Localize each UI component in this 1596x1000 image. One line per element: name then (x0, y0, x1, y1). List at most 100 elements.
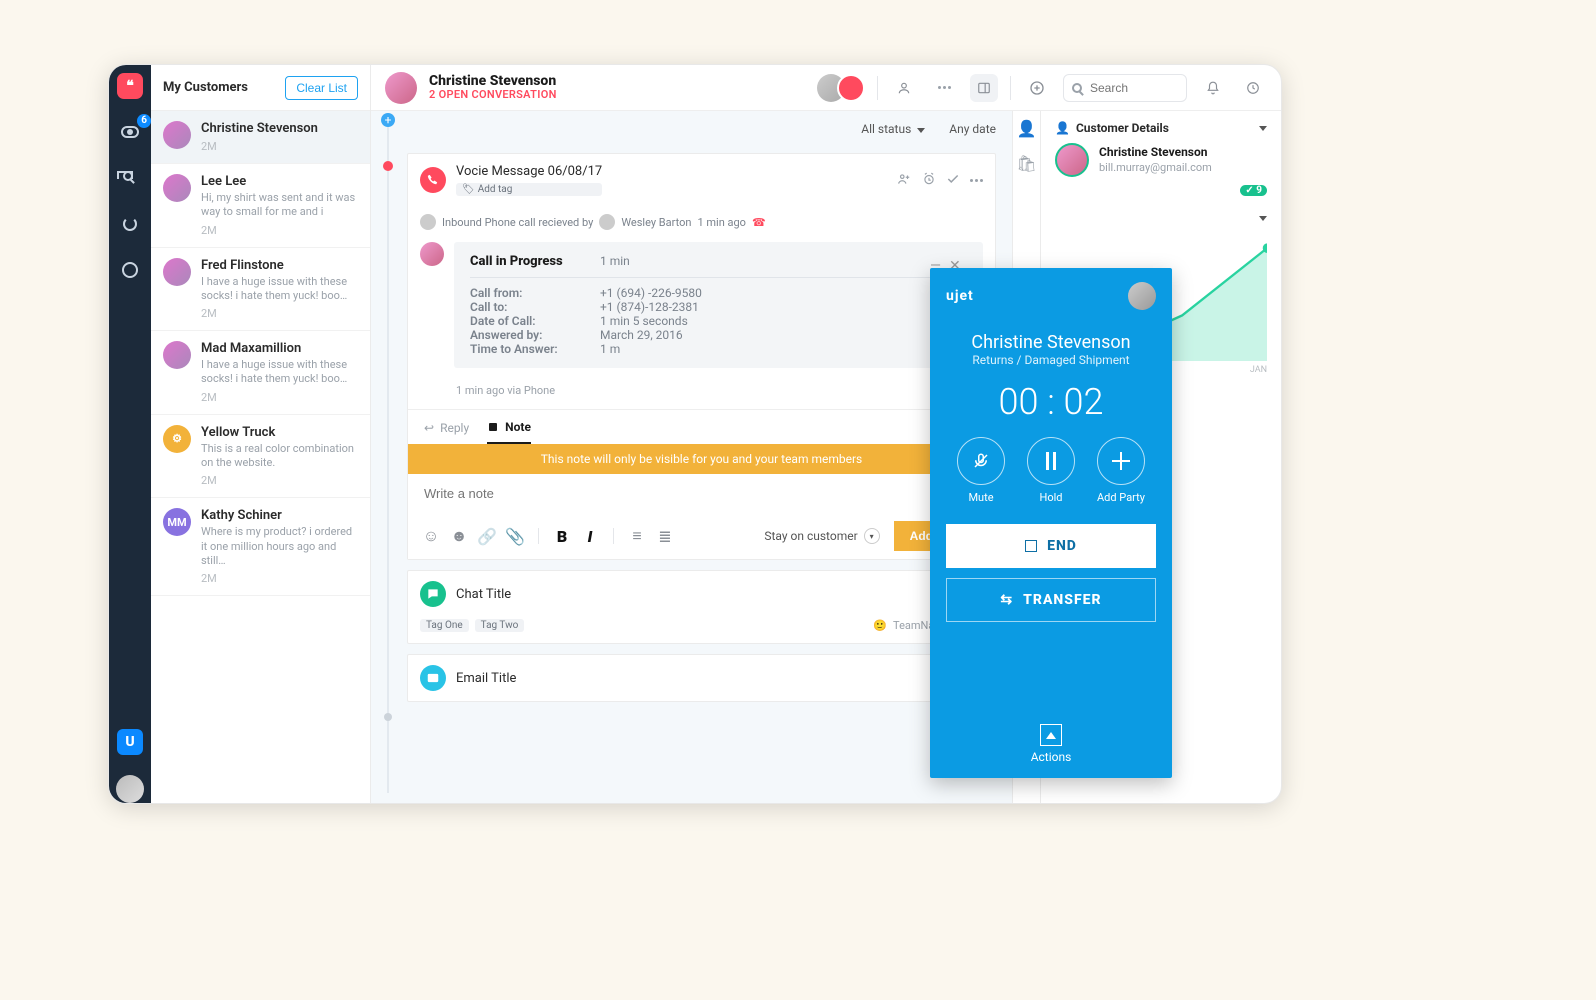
customer-item-name: Fred Flinstone (201, 258, 358, 273)
date-filter[interactable]: Any date (949, 122, 996, 136)
details-pill: ✓ 9 (1240, 185, 1267, 196)
search-field[interactable] (1088, 80, 1178, 96)
emoji-icon[interactable]: ☺ (424, 529, 438, 543)
tab-reply[interactable]: ↩ Reply (424, 420, 469, 444)
assign-icon[interactable] (896, 171, 912, 190)
done-icon[interactable] (946, 171, 960, 190)
open-conversation-count: 2 OPEN CONVERSATION (429, 89, 557, 101)
italic-icon[interactable]: I (583, 529, 597, 543)
new-icon[interactable] (1023, 74, 1051, 102)
bell-icon[interactable] (1199, 74, 1227, 102)
call-progress-title: Call in Progress (470, 254, 600, 269)
customer-item-snippet: I have a huge issue with these socks! i … (201, 358, 358, 387)
settings-icon[interactable] (117, 257, 143, 283)
add-tag-button[interactable]: 🏷 Add tag (456, 183, 602, 196)
stay-dropdown-icon[interactable]: ▾ (864, 528, 880, 544)
customer-item[interactable]: ⚙Yellow TruckThis is a real color combin… (151, 415, 370, 499)
current-user-avatar[interactable] (116, 775, 144, 803)
ujet-queue: Returns / Damaged Shipment (946, 353, 1156, 367)
customer-item-avatar: MM (163, 508, 191, 536)
actions-toggle-icon[interactable] (1040, 724, 1062, 746)
search-input[interactable] (1063, 74, 1187, 102)
app-logo-icon: ❝ (117, 73, 143, 99)
call-detail-row: Date of Call:1 min 5 seconds (470, 314, 967, 328)
ujet-timer: 00 : 02 (946, 381, 1156, 423)
more-icon[interactable] (930, 74, 958, 102)
ujet-agent-avatar (1128, 282, 1156, 310)
customer-item[interactable]: Lee LeeHi, my shirt was sent and it was … (151, 164, 370, 248)
add-timeline-icon[interactable]: + (381, 113, 395, 127)
note-input[interactable] (408, 474, 995, 513)
tab-note[interactable]: Note (487, 420, 531, 444)
inbound-customer-avatar (420, 214, 436, 230)
customer-item[interactable]: Christine Stevenson2M (151, 111, 370, 164)
customer-item-snippet: Where is my product? i ordered it one mi… (201, 525, 358, 568)
customer-avatar (385, 72, 417, 104)
email-title: Email Title (456, 671, 516, 686)
channel-shop-icon[interactable]: 🛍 (1016, 154, 1036, 173)
customer-item-snippet: I have a huge issue with these socks! i … (201, 275, 358, 304)
phone-icon (420, 167, 446, 193)
call-detail-key: Call from: (470, 286, 600, 300)
customer-item-time: 2M (201, 391, 358, 404)
chart-collapse-icon[interactable] (1259, 216, 1267, 221)
customer-item-name: Christine Stevenson (201, 121, 318, 136)
call-detail-key: Answered by: (470, 328, 600, 342)
integration-icon[interactable]: U (117, 729, 143, 755)
email-card[interactable]: Email Title 3 days ago (407, 654, 996, 702)
customer-item[interactable]: Fred Flinstone I have a huge issue with t… (151, 248, 370, 332)
mention-icon[interactable]: ☻ (452, 529, 466, 543)
ujet-widget: ujet Christine Stevenson Returns / Damag… (930, 268, 1172, 778)
ujet-caller-name: Christine Stevenson (946, 332, 1156, 353)
customer-item-time: 2M (201, 572, 358, 585)
call-detail-value: March 29, 2016 (600, 328, 683, 342)
mute-button[interactable]: Mute (957, 437, 1005, 504)
timeline-marker-active (383, 161, 393, 171)
missed-call-icon: ☎ (752, 216, 766, 229)
sync-icon[interactable] (117, 211, 143, 237)
customer-name: Christine Stevenson (429, 74, 557, 89)
customer-item-avatar (163, 121, 191, 149)
panel-toggle-icon[interactable] (970, 74, 998, 102)
stop-icon (1025, 540, 1037, 552)
chat-title: Chat Title (456, 587, 511, 602)
history-icon[interactable] (1239, 74, 1267, 102)
link-icon[interactable]: 🔗 (480, 529, 494, 543)
details-heading: 👤 Customer Details (1055, 121, 1169, 135)
details-collapse-icon[interactable] (1259, 126, 1267, 131)
user-icon[interactable] (890, 74, 918, 102)
channel-user-icon[interactable]: 👤 (1017, 119, 1037, 138)
status-filter[interactable]: All status (861, 122, 925, 136)
chat-icon (420, 581, 446, 607)
end-call-button[interactable]: END (946, 524, 1156, 568)
add-party-button[interactable]: Add Party (1097, 437, 1145, 504)
attach-icon[interactable]: 📎 (508, 529, 522, 543)
clear-list-button[interactable]: Clear List (285, 76, 358, 100)
customer-list: My Customers Clear List Christine Steven… (151, 65, 371, 803)
chat-tag[interactable]: Tag Two (475, 619, 525, 632)
stay-label: Stay on customer (764, 529, 857, 543)
transfer-button[interactable]: ⇆ TRANSFER (946, 578, 1156, 622)
watch-icon[interactable]: 6 (117, 119, 143, 145)
customer-item-name: Yellow Truck (201, 425, 358, 440)
customer-item[interactable]: Mad MaxamillionI have a huge issue with … (151, 331, 370, 415)
call-progress-time: 1 min (600, 254, 630, 269)
top-bar: Christine Stevenson 2 OPEN CONVERSATION (371, 65, 1281, 111)
bold-icon[interactable]: B (555, 529, 569, 543)
customer-item-avatar (163, 258, 191, 286)
list-ol-icon[interactable]: ≡ (630, 529, 644, 543)
email-icon (420, 665, 446, 691)
customer-item[interactable]: MMKathy SchinerWhere is my product? i or… (151, 498, 370, 596)
filter-search-icon[interactable] (117, 165, 143, 191)
chat-card[interactable]: Chat Title 3 days ago Tag OneTag Two 🙂 T… (407, 570, 996, 644)
month-label: JAN (1250, 365, 1267, 375)
editor-toolbar: ☺ ☻ 🔗 📎 B I ≡ ≣ Stay on customer (408, 513, 995, 559)
list-ul-icon[interactable]: ≣ (658, 529, 672, 543)
chat-tag[interactable]: Tag One (420, 619, 469, 632)
call-detail-row: Call to:+1 (874)-128-2381 (470, 300, 967, 314)
rail-badge: 6 (137, 114, 151, 128)
note-visibility-banner: This note will only be visible for you a… (408, 444, 995, 474)
card-more-icon[interactable] (970, 179, 983, 182)
snooze-icon[interactable] (922, 171, 936, 190)
hold-button[interactable]: Hold (1027, 437, 1075, 504)
